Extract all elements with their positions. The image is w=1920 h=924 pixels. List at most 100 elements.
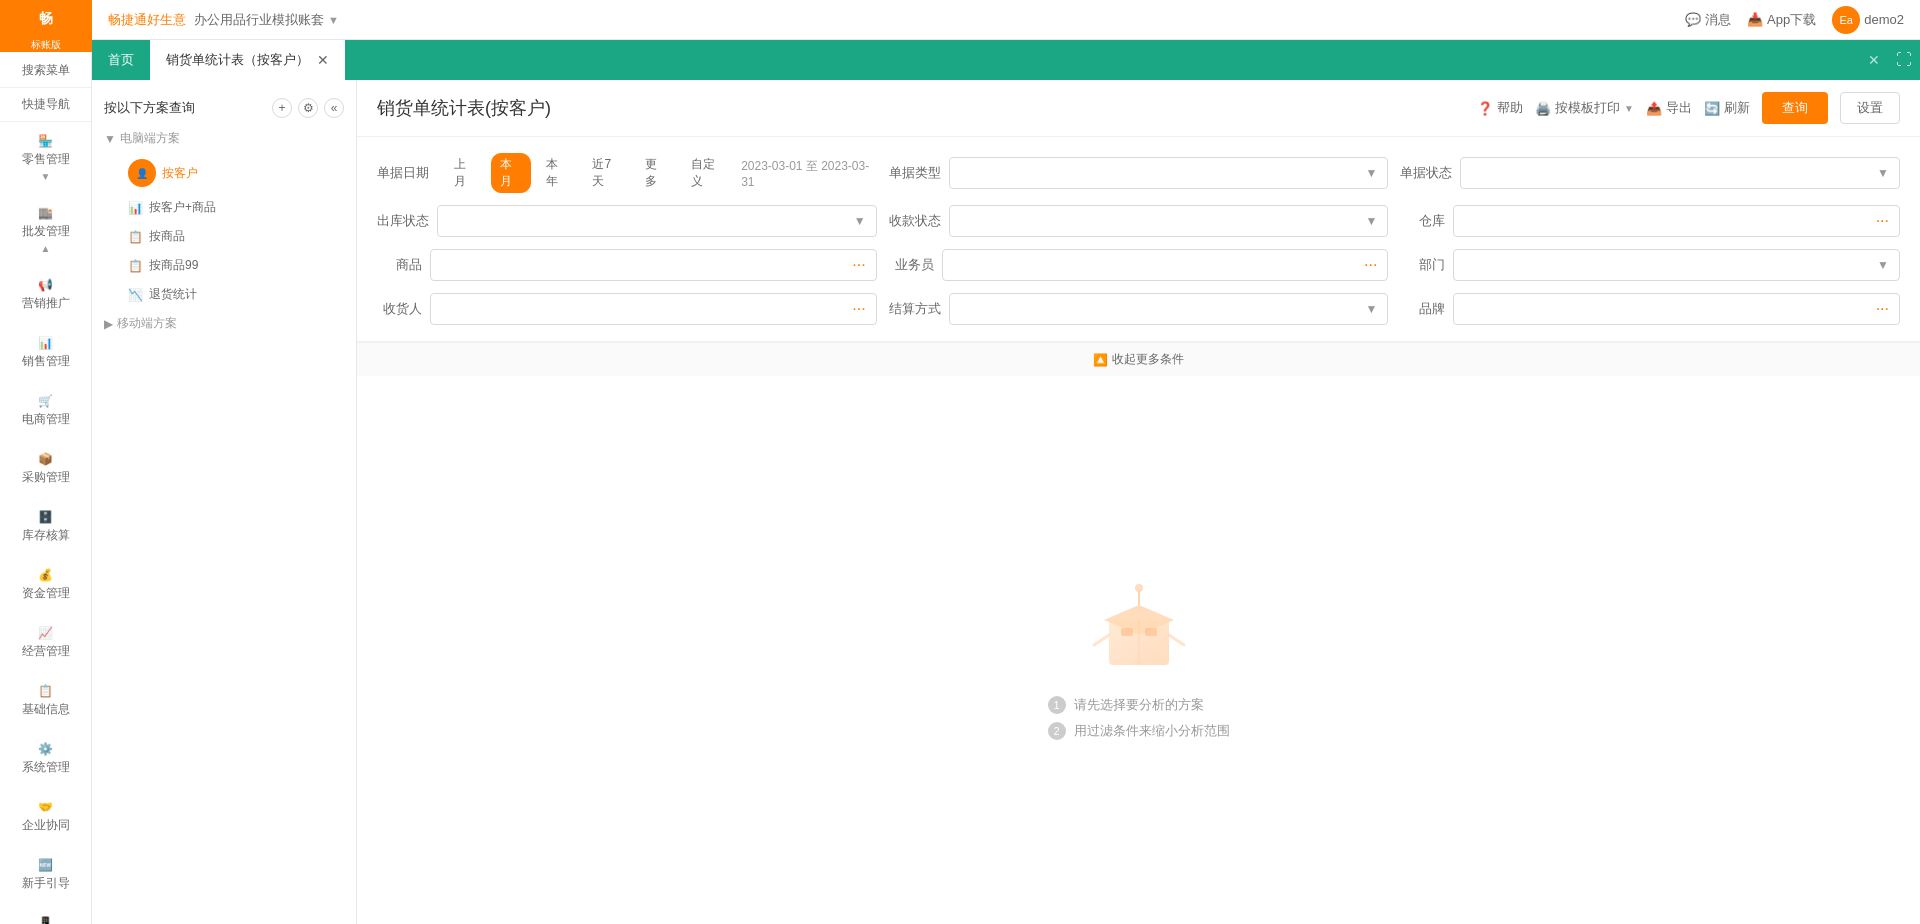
- svg-point-7: [1135, 584, 1143, 592]
- more-date-btn[interactable]: 更多: [636, 153, 676, 193]
- app-center-icon: 📱: [38, 916, 53, 924]
- warehouse-filter-cell: 仓库 ···: [1400, 205, 1900, 237]
- filter-row-1: 单据日期 上月 本月 本年 近7天 更多 自定义 2023-03-01 至 20…: [377, 153, 1900, 193]
- doc-status-select[interactable]: ▼: [1460, 157, 1900, 189]
- collapse-panel-button[interactable]: «: [324, 98, 344, 118]
- sidebar-item-inventory[interactable]: 🗄️ 库存核算: [0, 498, 91, 556]
- department-filter-cell: 部门 ▼: [1400, 249, 1900, 281]
- search-button[interactable]: 查询: [1762, 92, 1828, 124]
- this-year-btn[interactable]: 本年: [537, 153, 577, 193]
- fullscreen-button[interactable]: ⛶: [1888, 51, 1920, 69]
- last-7-days-btn[interactable]: 近7天: [583, 153, 629, 193]
- department-select[interactable]: ▼: [1453, 249, 1900, 281]
- logo[interactable]: 畅 标账版: [0, 0, 92, 52]
- sidebar-item-finance[interactable]: 💰 资金管理: [0, 556, 91, 614]
- message-button[interactable]: 💬 消息: [1685, 11, 1731, 29]
- scheme-table-icon2: 📋: [128, 259, 143, 273]
- tab-sales-stats[interactable]: 销货单统计表（按客户） ✕: [150, 40, 345, 80]
- refresh-button[interactable]: 🔄 刷新: [1704, 99, 1750, 117]
- scheme-by-goods-99[interactable]: 📋 按商品99: [92, 251, 356, 280]
- scheme-return-stats[interactable]: 📉 退货统计: [92, 280, 356, 309]
- salesperson-filter-cell: 业务员 ···: [889, 249, 1389, 281]
- sidebar-item-basic-info[interactable]: 📋 基础信息: [0, 672, 91, 730]
- brand-input[interactable]: ···: [1453, 293, 1900, 325]
- salesperson-dots-icon[interactable]: ···: [1364, 256, 1377, 274]
- sidebar-item-app-center[interactable]: 📱 应用中心: [0, 904, 91, 924]
- add-scheme-button[interactable]: +: [272, 98, 292, 118]
- sidebar-item-sales[interactable]: 📊 销售管理: [0, 324, 91, 382]
- doc-status-arrow-icon: ▼: [1877, 166, 1889, 180]
- goods-filter-cell: 商品 ···: [377, 249, 877, 281]
- sidebar-item-purchase[interactable]: 📦 采购管理: [0, 440, 91, 498]
- new-user-icon: 🆕: [38, 858, 53, 872]
- app-download-button[interactable]: 📥 App下载: [1747, 11, 1816, 29]
- left-panel-actions: + ⚙ «: [272, 98, 344, 118]
- last-month-btn[interactable]: 上月: [445, 153, 485, 193]
- empty-illustration: [1079, 560, 1199, 680]
- out-status-select[interactable]: ▼: [437, 205, 877, 237]
- tab-close-icon[interactable]: ✕: [317, 52, 329, 68]
- purchase-icon: 📦: [38, 452, 53, 466]
- sidebar-item-retail[interactable]: 🏪 零售管理 ▼: [0, 122, 91, 194]
- this-month-btn[interactable]: 本月: [491, 153, 531, 193]
- salesperson-label: 业务员: [889, 256, 934, 274]
- recipient-dots-icon[interactable]: ···: [852, 300, 865, 318]
- sidebar: 畅 标账版 搜索菜单 快捷导航 🏪 零售管理 ▼ 🏬 批发管理 ▲ 📢 营销推广…: [0, 0, 92, 924]
- tab-bar: 首页 销货单统计表（按客户） ✕ ✕ ⛶: [92, 40, 1920, 80]
- export-button[interactable]: 📤 导出: [1646, 99, 1692, 117]
- mobile-group[interactable]: ▶ 移动端方案: [92, 309, 356, 338]
- brand-dots-icon[interactable]: ···: [1876, 300, 1889, 318]
- tab-home[interactable]: 首页: [92, 40, 150, 80]
- tip-num-1: 1: [1048, 696, 1066, 714]
- doc-type-arrow-icon: ▼: [1365, 166, 1377, 180]
- settings-scheme-button[interactable]: ⚙: [298, 98, 318, 118]
- quick-nav-button[interactable]: 快捷导航: [0, 88, 91, 122]
- sidebar-item-wholesale[interactable]: 🏬 批发管理 ▲: [0, 194, 91, 266]
- scheme-by-customer-goods[interactable]: 📊 按客户+商品: [92, 193, 356, 222]
- warehouse-dots-icon[interactable]: ···: [1876, 212, 1889, 230]
- help-icon: ❓: [1477, 101, 1493, 116]
- user-menu[interactable]: Ea demo2: [1832, 6, 1904, 34]
- search-menu-button[interactable]: 搜索菜单: [0, 52, 91, 88]
- sales-icon: 📊: [38, 336, 53, 350]
- doc-type-select[interactable]: ▼: [949, 157, 1389, 189]
- window-close-button[interactable]: ✕: [1860, 52, 1888, 68]
- recipient-input[interactable]: ···: [430, 293, 877, 325]
- doc-status-label: 单据状态: [1400, 164, 1452, 182]
- settlement-select[interactable]: ▼: [949, 293, 1389, 325]
- help-button[interactable]: ❓ 帮助: [1477, 99, 1523, 117]
- svg-rect-5: [1145, 628, 1157, 636]
- collapse-filter-bar[interactable]: 🔼 收起更多条件: [357, 342, 1920, 376]
- settings-button[interactable]: 设置: [1840, 92, 1900, 124]
- retail-expand-icon: ▼: [41, 171, 51, 182]
- page-header: 销货单统计表(按客户) ❓ 帮助 🖨️ 按模板打印 ▼ 📤 导出: [357, 80, 1920, 137]
- page-header-actions: ❓ 帮助 🖨️ 按模板打印 ▼ 📤 导出 🔄 刷新: [1477, 92, 1900, 124]
- desktop-group[interactable]: ▼ 电脑端方案: [92, 124, 356, 153]
- svg-line-9: [1169, 635, 1184, 645]
- account-dropdown[interactable]: 办公用品行业模拟账套 ▼: [194, 11, 339, 29]
- settlement-label: 结算方式: [889, 300, 941, 318]
- scheme-by-goods[interactable]: 📋 按商品: [92, 222, 356, 251]
- goods-input[interactable]: ···: [430, 249, 877, 281]
- sidebar-item-ecommerce[interactable]: 🛒 电商管理: [0, 382, 91, 440]
- avatar: Ea: [1832, 6, 1860, 34]
- sidebar-item-operations[interactable]: 📈 经营管理: [0, 614, 91, 672]
- custom-date-btn[interactable]: 自定义: [682, 153, 733, 193]
- sidebar-item-new-user[interactable]: 🆕 新手引导: [0, 846, 91, 904]
- print-button[interactable]: 🖨️ 按模板打印 ▼: [1535, 99, 1634, 117]
- empty-state: 1 请先选择要分析的方案 2 用过滤条件来缩小分析范围: [357, 376, 1920, 924]
- goods-dots-icon[interactable]: ···: [852, 256, 865, 274]
- sidebar-item-system[interactable]: ⚙️ 系统管理: [0, 730, 91, 788]
- marketing-icon: 📢: [38, 278, 53, 292]
- sidebar-item-marketing[interactable]: 📢 营销推广: [0, 266, 91, 324]
- settlement-filter-cell: 结算方式 ▼: [889, 293, 1389, 325]
- scheme-by-customer[interactable]: 👤 按客户: [92, 153, 356, 193]
- payment-status-select[interactable]: ▼: [949, 205, 1389, 237]
- brand-label: 品牌: [1400, 300, 1445, 318]
- warehouse-input[interactable]: ···: [1453, 205, 1900, 237]
- empty-tip-1: 1 请先选择要分析的方案: [1048, 696, 1230, 714]
- scheme-table-icon1: 📋: [128, 230, 143, 244]
- desktop-group-label: 电脑端方案: [120, 130, 180, 147]
- sidebar-item-enterprise[interactable]: 🤝 企业协同: [0, 788, 91, 846]
- salesperson-input[interactable]: ···: [942, 249, 1389, 281]
